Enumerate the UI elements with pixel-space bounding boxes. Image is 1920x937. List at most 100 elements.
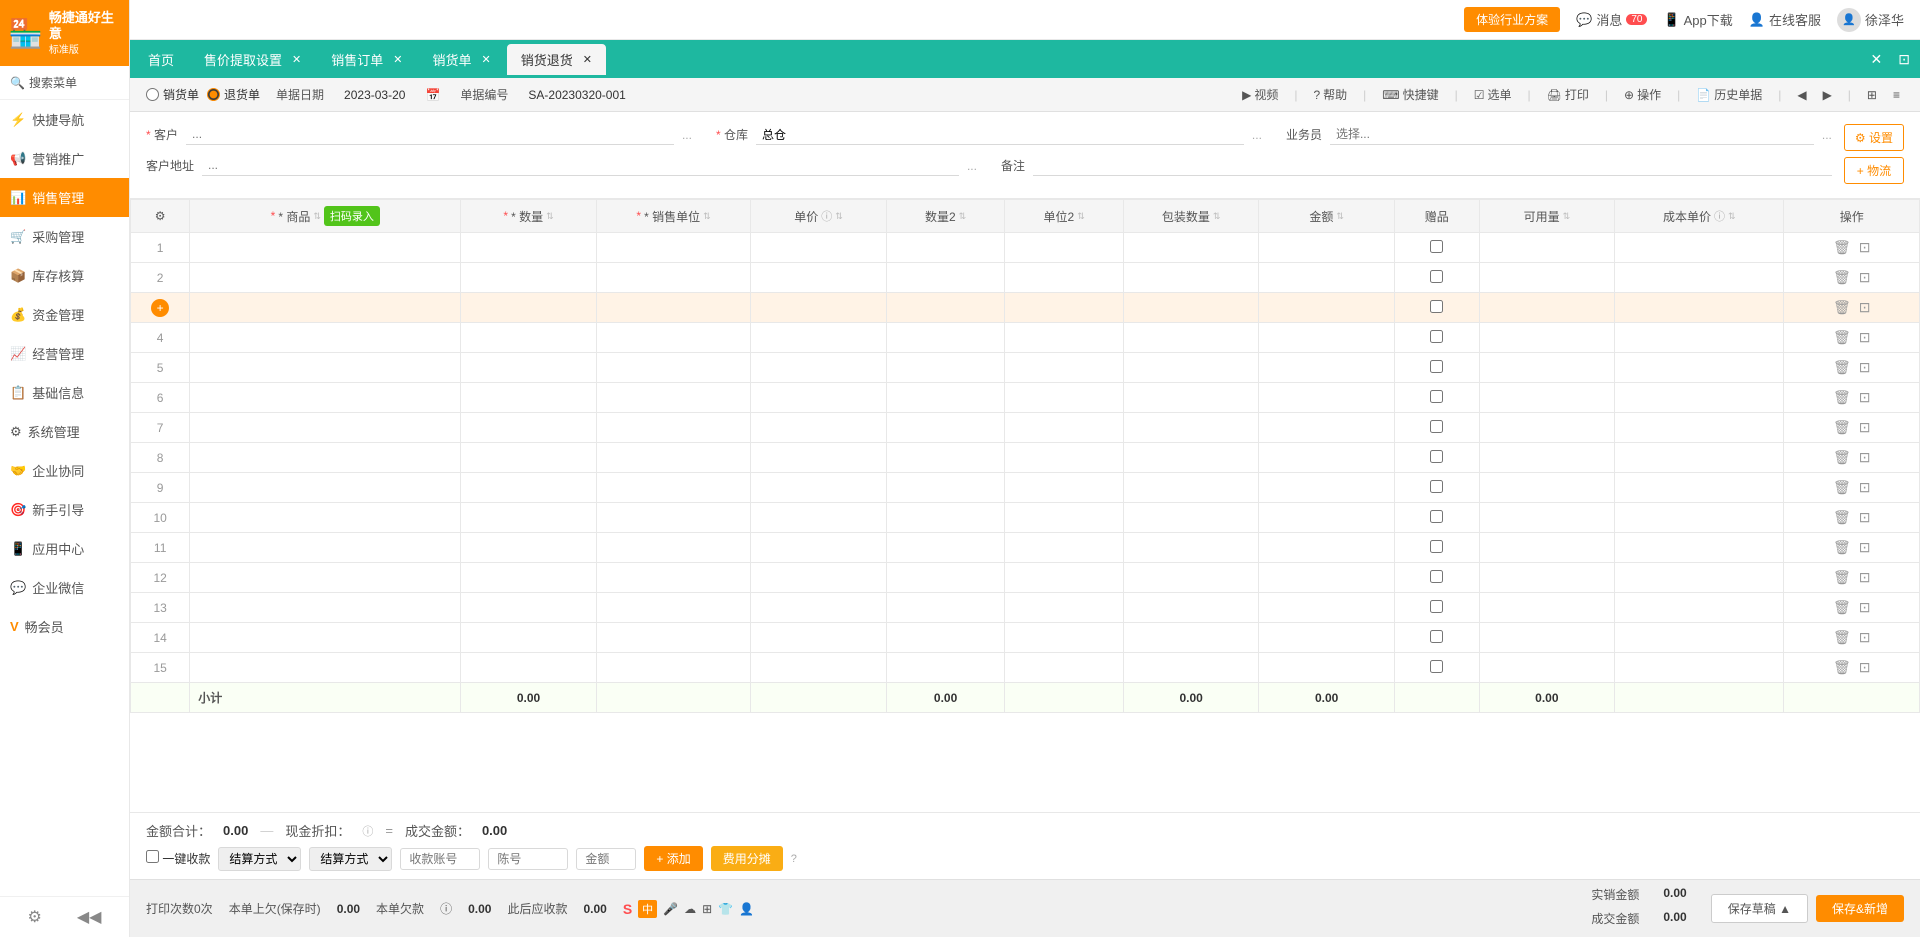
unit2-cell[interactable] (1005, 623, 1124, 653)
gift-checkbox[interactable] (1430, 300, 1443, 313)
copy-row-icon[interactable]: ⊡ (1857, 627, 1873, 648)
mic-icon[interactable]: 🎤 (663, 902, 678, 916)
gift-cell[interactable] (1394, 413, 1479, 443)
gift-checkbox[interactable] (1430, 330, 1443, 343)
unit-cell[interactable] (596, 623, 751, 653)
gift-checkbox[interactable] (1430, 660, 1443, 673)
address-input[interactable] (202, 155, 959, 176)
unit-cell[interactable] (596, 533, 751, 563)
unit2-cell[interactable] (1005, 293, 1124, 323)
tab-sales-return[interactable]: 销货退货 ✕ (507, 44, 606, 75)
copy-row-icon[interactable]: ⊡ (1857, 477, 1873, 498)
unit2-cell[interactable] (1005, 383, 1124, 413)
list-view-btn[interactable]: ≡ (1889, 86, 1904, 104)
unit-cell[interactable] (596, 413, 751, 443)
amount-cell[interactable] (1259, 473, 1395, 503)
col-gear[interactable]: ⚙ (131, 200, 190, 233)
copy-row-icon[interactable]: ⊡ (1857, 537, 1873, 558)
add-row-btn[interactable]: + (151, 299, 169, 317)
calendar-icon[interactable]: 📅 (425, 88, 440, 102)
amount-cell[interactable] (1259, 623, 1395, 653)
sidebar-item-search[interactable]: 🔍 搜索菜单 (0, 66, 129, 100)
date-value[interactable]: 2023-03-20 (344, 88, 405, 102)
tab-sales-delivery[interactable]: 销货单 ✕ (418, 44, 504, 75)
amount-cell[interactable] (1259, 293, 1395, 323)
qty2-cell[interactable] (886, 413, 1005, 443)
history-btn[interactable]: 📄 历史单据 (1692, 84, 1766, 105)
pack-qty-cell[interactable] (1123, 593, 1259, 623)
one-click-input[interactable] (146, 850, 159, 863)
copy-row-icon[interactable]: ⊡ (1857, 657, 1873, 678)
warehouse-input[interactable] (756, 124, 1244, 145)
quantity-cell[interactable] (461, 653, 597, 683)
unit2-cell[interactable] (1005, 323, 1124, 353)
logistics-btn[interactable]: + 物流 (1844, 157, 1904, 184)
amount-cell[interactable] (1259, 233, 1395, 263)
discount-info-icon[interactable]: ⓘ (362, 823, 373, 839)
message-item[interactable]: 💬 消息 70 (1576, 10, 1647, 29)
price-cell[interactable] (751, 263, 887, 293)
product-cell[interactable] (190, 593, 461, 623)
unit-cell[interactable] (596, 263, 751, 293)
delete-row-icon[interactable]: 🗑 (1831, 477, 1853, 498)
gift-checkbox[interactable] (1430, 360, 1443, 373)
gift-cell[interactable] (1394, 503, 1479, 533)
warehouse-dots[interactable]: ... (1252, 128, 1262, 142)
one-click-checkbox[interactable]: 一键收款 (146, 850, 210, 867)
user-item[interactable]: 👤 徐泽华 (1837, 8, 1904, 32)
qty2-cell[interactable] (886, 593, 1005, 623)
copy-row-icon[interactable]: ⊡ (1857, 567, 1873, 588)
gift-checkbox[interactable] (1430, 540, 1443, 553)
product-cell[interactable] (190, 533, 461, 563)
pack-qty-cell[interactable] (1123, 233, 1259, 263)
pack-qty-cell[interactable] (1123, 623, 1259, 653)
price-cell[interactable] (751, 563, 887, 593)
amount-cell[interactable] (1259, 503, 1395, 533)
qty2-cell[interactable] (886, 623, 1005, 653)
unit2-cell[interactable] (1005, 473, 1124, 503)
unit2-sort-icon[interactable]: ⇅ (1077, 211, 1085, 222)
cost-sort-icon[interactable]: ⇅ (1728, 211, 1736, 222)
account-input[interactable] (400, 848, 480, 870)
radio-sale-doc[interactable]: 销货单 (146, 86, 199, 103)
unit2-cell[interactable] (1005, 353, 1124, 383)
address-dots[interactable]: ... (967, 159, 977, 173)
product-cell[interactable] (190, 353, 461, 383)
product-input[interactable] (198, 300, 452, 315)
sidebar-item-finance[interactable]: 💰 资金管理 (0, 295, 129, 334)
quantity-cell[interactable] (461, 233, 597, 263)
quantity-cell[interactable] (461, 533, 597, 563)
sidebar-item-system[interactable]: ⚙ 系统管理 (0, 412, 129, 451)
amount-cell[interactable] (1259, 593, 1395, 623)
unit-cell[interactable] (596, 563, 751, 593)
delete-row-icon[interactable]: 🗑 (1831, 297, 1853, 318)
price-cell[interactable] (751, 293, 887, 323)
layout-icon[interactable]: ⊞ (702, 902, 712, 916)
quantity-cell[interactable] (461, 503, 597, 533)
gear-icon[interactable]: ⚙ (155, 209, 166, 223)
unit-cell[interactable] (596, 323, 751, 353)
product-cell[interactable] (190, 443, 461, 473)
gift-cell[interactable] (1394, 263, 1479, 293)
account-id-input[interactable] (488, 848, 568, 870)
qty2-cell[interactable] (886, 473, 1005, 503)
unit-cell[interactable] (596, 233, 751, 263)
copy-row-icon[interactable]: ⊡ (1857, 267, 1873, 288)
amount-sort-icon[interactable]: ⇅ (1336, 211, 1344, 222)
gift-cell[interactable] (1394, 623, 1479, 653)
qty-sort-icon[interactable]: ⇅ (546, 211, 554, 222)
copy-row-icon[interactable]: ⊡ (1857, 327, 1873, 348)
price-cell[interactable] (751, 593, 887, 623)
product-cell[interactable] (190, 413, 461, 443)
unit2-cell[interactable] (1005, 503, 1124, 533)
unit-cell[interactable] (596, 443, 751, 473)
sidebar-item-inventory[interactable]: 📦 库存核算 (0, 256, 129, 295)
sidebar-item-operations[interactable]: 📈 经营管理 (0, 334, 129, 373)
staff-input[interactable] (1330, 124, 1814, 145)
tab-sales-order-close[interactable]: ✕ (393, 53, 402, 66)
collapse-icon[interactable]: ◀◀ (77, 907, 102, 927)
amount-cell[interactable] (1259, 413, 1395, 443)
delete-row-icon[interactable]: 🗑 (1831, 537, 1853, 558)
delete-row-icon[interactable]: 🗑 (1831, 417, 1853, 438)
gift-checkbox[interactable] (1430, 390, 1443, 403)
